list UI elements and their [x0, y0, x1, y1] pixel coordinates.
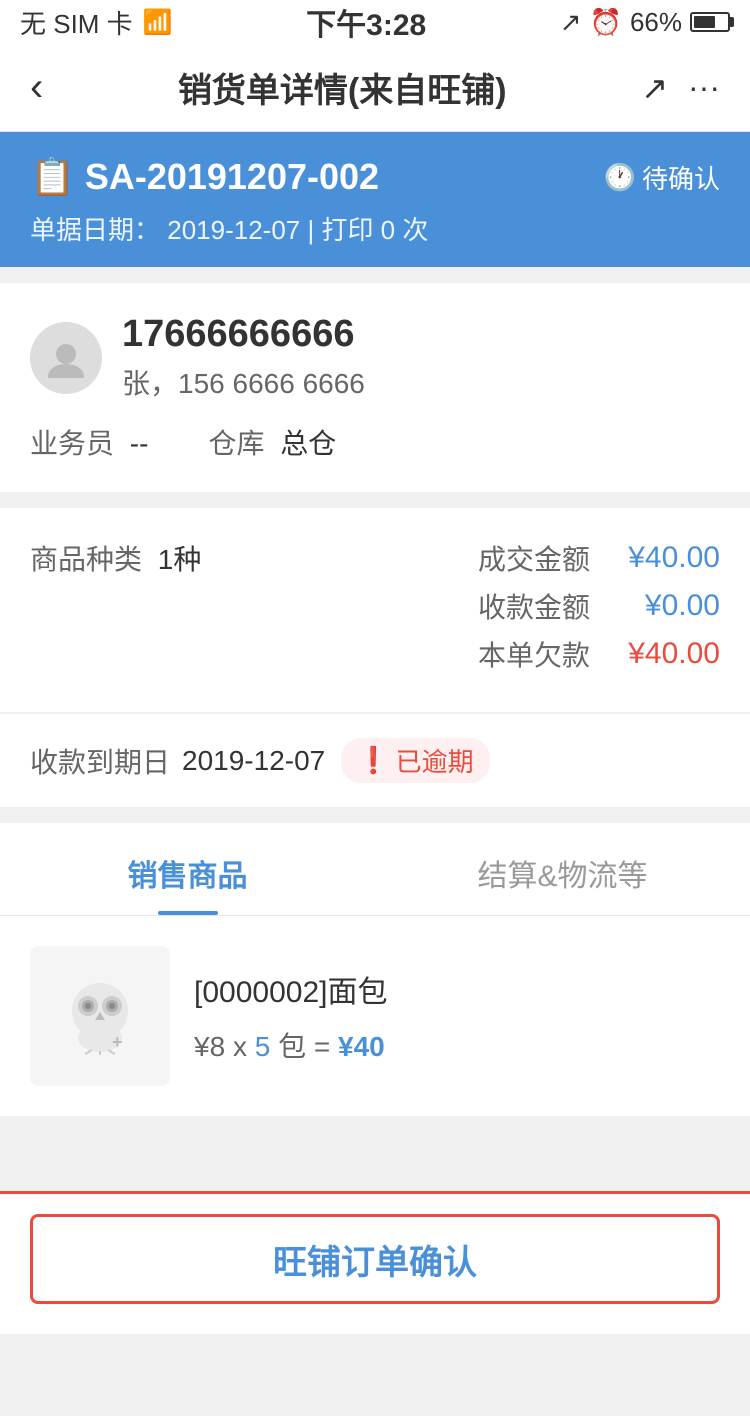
warehouse-value: 总仓: [280, 428, 336, 459]
amount-row-2: 本单欠款 ¥40.00: [478, 634, 720, 674]
goods-type: 商品种类 1种: [30, 538, 201, 578]
customer-card: 17666666666 张，156 6666 6666 业务员 -- 仓库 总仓: [0, 283, 750, 492]
product-info: [0000002]面包 ¥8 x 5 包 = ¥40: [194, 967, 720, 1065]
goods-type-label: 商品种类: [30, 544, 142, 575]
customer-top: 17666666666 张，156 6666 6666: [30, 313, 720, 402]
status-bar-left: 无 SIM 卡 📶: [20, 4, 173, 41]
amount-label-2: 本单欠款: [478, 634, 590, 674]
carrier-text: 无 SIM 卡: [20, 4, 133, 41]
more-button[interactable]: ···: [688, 69, 720, 106]
goods-type-value: 1种: [158, 544, 202, 575]
tab-settlement-label: 结算&物流等: [477, 860, 647, 893]
battery-percent: 66%: [630, 7, 682, 38]
unit-label: 包 =: [278, 1031, 338, 1062]
amount-section: 商品种类 1种 成交金额 ¥40.00 收款金额 ¥0.00 本单欠款 ¥40.…: [30, 538, 720, 682]
svg-text:+: +: [112, 1032, 123, 1052]
alarm-icon: ⏰: [590, 7, 622, 38]
amount-row-0: 成交金额 ¥40.00: [478, 538, 720, 578]
date-value: 2019-12-07: [167, 215, 300, 245]
order-date: 单据日期： 2019-12-07 | 打印 0 次: [30, 210, 720, 247]
multiply-sign: x: [233, 1031, 255, 1062]
due-date-label: 收款到期日: [30, 741, 170, 781]
share-button[interactable]: ↗: [641, 69, 668, 107]
date-label: 单据日期：: [30, 215, 160, 245]
customer-info: 17666666666 张，156 6666 6666: [122, 313, 365, 402]
due-date-value: 2019-12-07: [182, 745, 325, 777]
order-id: 📋 SA-20191207-002: [30, 156, 379, 198]
unit-price: ¥8: [194, 1031, 225, 1062]
amount-details: 成交金额 ¥40.00 收款金额 ¥0.00 本单欠款 ¥40.00: [478, 538, 720, 682]
status-text: 待确认: [642, 159, 720, 196]
overdue-badge: ❗ 已逾期: [341, 738, 489, 783]
customer-phone: 17666666666: [122, 313, 365, 356]
back-button[interactable]: ‹: [30, 65, 43, 110]
location-icon: ↗: [560, 7, 582, 38]
confirm-order-button[interactable]: 旺铺订单确认: [30, 1214, 720, 1304]
wifi-icon: 📶: [143, 8, 173, 37]
amount-row-1: 收款金额 ¥0.00: [478, 586, 720, 626]
tabs: 销售商品 结算&物流等: [0, 823, 750, 916]
order-header: 📋 SA-20191207-002 🕐 待确认 单据日期： 2019-12-07…: [0, 132, 750, 267]
status-clock-icon: 🕐: [604, 162, 636, 193]
customer-meta: 业务员 -- 仓库 总仓: [30, 422, 720, 462]
warehouse-label: 仓库: [208, 428, 264, 459]
customer-name: 张，156 6666 6666: [122, 362, 365, 402]
status-bar-right: ↗ ⏰ 66%: [560, 7, 730, 38]
order-icon: 📋: [30, 156, 75, 198]
product-thumbnail: +: [30, 946, 170, 1086]
nav-actions: ↗ ···: [641, 69, 720, 107]
sales-info: 业务员 --: [30, 422, 148, 462]
overdue-text: 已逾期: [396, 742, 474, 779]
sales-label: 业务员: [30, 428, 114, 459]
tab-products-label: 销售商品: [128, 860, 248, 893]
warehouse-info: 仓库 总仓: [208, 422, 336, 462]
avatar: [30, 322, 102, 394]
quantity: 5: [255, 1031, 271, 1062]
product-name: [0000002]面包: [194, 967, 720, 1011]
product-item: + [0000002]面包 ¥8 x 5 包 = ¥40: [0, 916, 750, 1116]
page-title: 销货单详情(来自旺铺): [178, 63, 507, 112]
print-info: | 打印 0 次: [307, 215, 428, 245]
due-date-section: 收款到期日 2019-12-07 ❗ 已逾期: [0, 714, 750, 807]
status-bar-time: 下午3:28: [306, 0, 426, 44]
order-id-text: SA-20191207-002: [85, 156, 379, 198]
sales-value: --: [130, 428, 149, 459]
product-total: ¥40: [338, 1031, 385, 1062]
nav-bar: ‹ 销货单详情(来自旺铺) ↗ ···: [0, 44, 750, 132]
amount-label-1: 收款金额: [478, 586, 590, 626]
battery-icon: [690, 12, 730, 32]
overdue-icon: ❗: [357, 745, 389, 776]
tab-products[interactable]: 销售商品: [0, 823, 375, 915]
product-section: + [0000002]面包 ¥8 x 5 包 = ¥40: [0, 916, 750, 1116]
amount-value-0: ¥40.00: [610, 541, 720, 575]
amount-value-2: ¥40.00: [610, 637, 720, 671]
tab-settlement[interactable]: 结算&物流等: [375, 823, 750, 915]
summary-card: 商品种类 1种 成交金额 ¥40.00 收款金额 ¥0.00 本单欠款 ¥40.…: [0, 508, 750, 712]
amount-value-1: ¥0.00: [610, 589, 720, 623]
order-status: 🕐 待确认: [604, 159, 720, 196]
product-price: ¥8 x 5 包 = ¥40: [194, 1025, 720, 1065]
amount-label-0: 成交金额: [478, 538, 590, 578]
status-bar: 无 SIM 卡 📶 下午3:28 ↗ ⏰ 66%: [0, 0, 750, 44]
confirm-button-container: 旺铺订单确认: [0, 1191, 750, 1334]
